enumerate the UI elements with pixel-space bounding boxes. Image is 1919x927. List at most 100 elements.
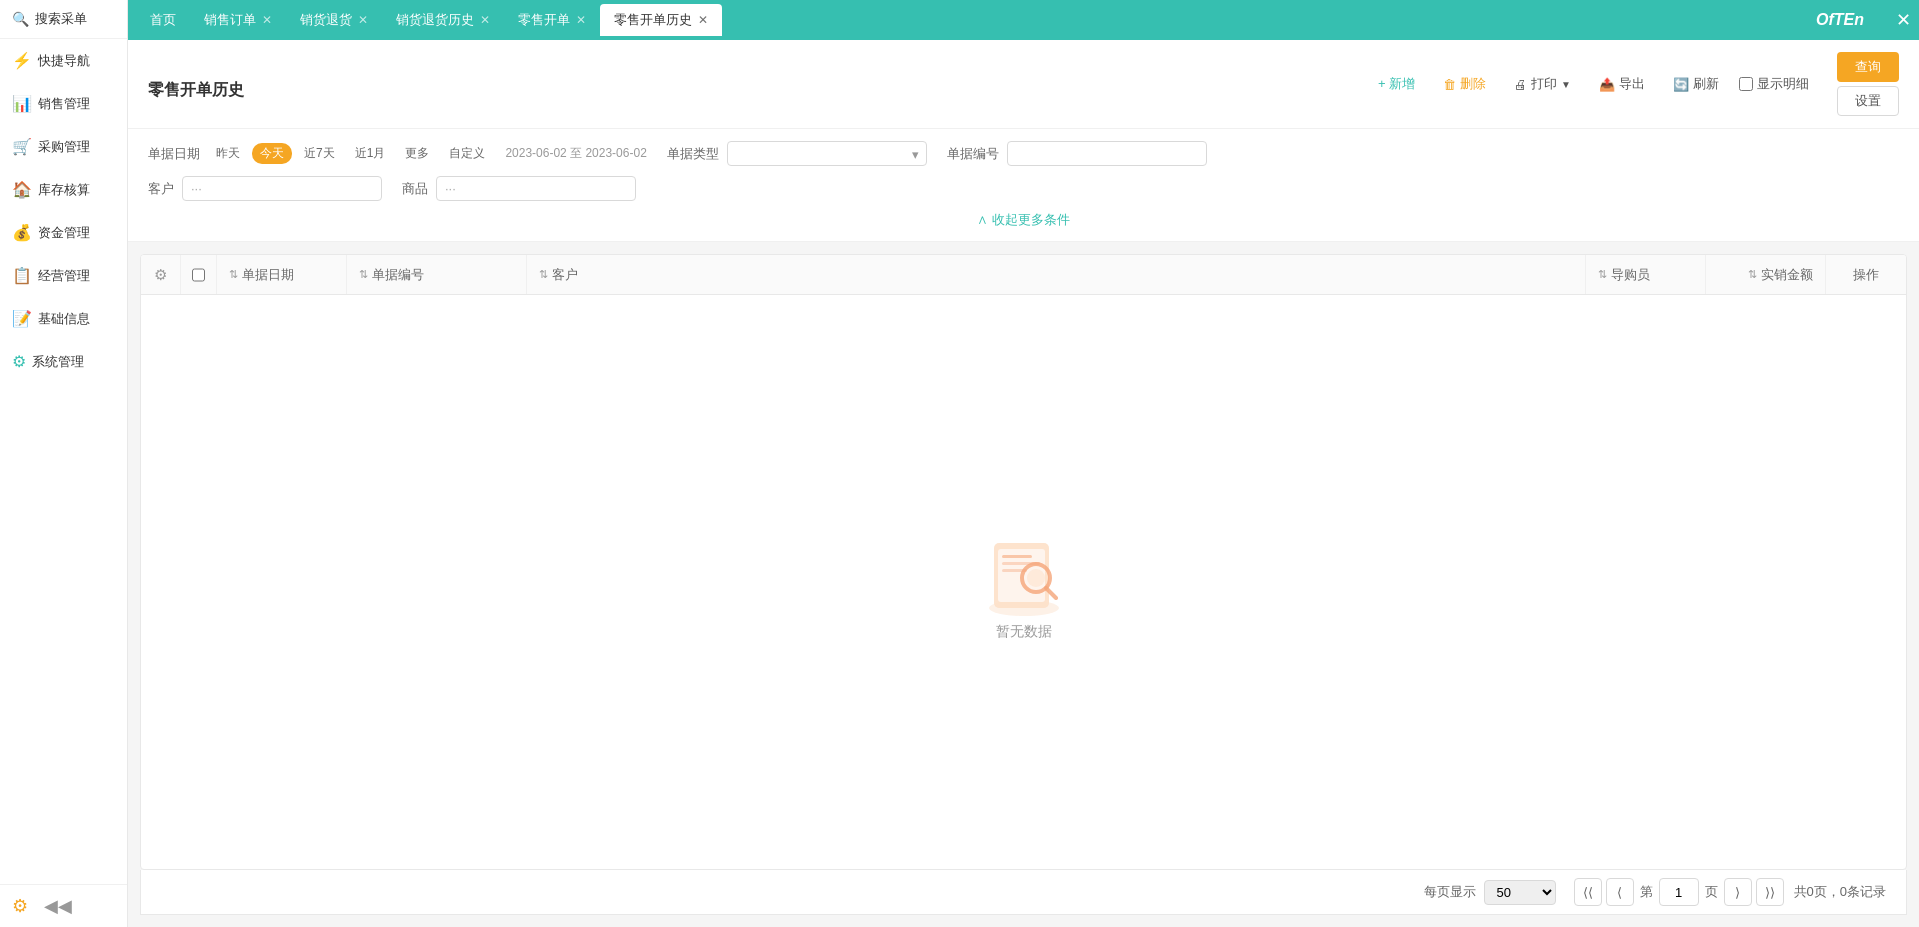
- th-amount[interactable]: ⇅ 实销金额: [1706, 255, 1826, 294]
- sort-guide-icon: ⇅: [1598, 268, 1607, 281]
- filter-collapse-btn[interactable]: ∧ 收起更多条件: [148, 211, 1899, 229]
- doc-type-select[interactable]: [727, 141, 927, 166]
- page-first-btn[interactable]: ⟨⟨: [1574, 878, 1602, 906]
- page-last-btn[interactable]: ⟩⟩: [1756, 878, 1784, 906]
- sidebar-item-label: 销售管理: [38, 95, 90, 113]
- tab-sales-return-history[interactable]: 销货退货历史 ✕: [382, 4, 504, 36]
- quick-nav-icon: ⚡: [12, 51, 32, 70]
- print-dropdown-icon: ▼: [1561, 79, 1571, 90]
- sidebar-search-item[interactable]: 🔍 搜索采单: [0, 0, 127, 39]
- tab-sales-return[interactable]: 销货退货 ✕: [286, 4, 382, 36]
- tab-sales-return-history-close[interactable]: ✕: [480, 13, 490, 27]
- pagination-bar: 每页显示 50 10 20 100 ⟨⟨ ⟨ 第 1 页 ⟩ ⟩⟩ 共0页，0条…: [140, 870, 1907, 915]
- collapse-label: ∧ 收起更多条件: [977, 211, 1070, 229]
- table-select-all-checkbox[interactable]: [192, 268, 205, 282]
- tab-retail-open-history-label: 零售开单历史: [614, 11, 692, 29]
- sidebar-item-quick-nav[interactable]: ⚡ 快捷导航: [0, 39, 127, 82]
- sidebar-search-label: 搜索采单: [35, 10, 87, 28]
- tab-sales-order-label: 销售订单: [204, 11, 256, 29]
- doc-num-input[interactable]: [1007, 141, 1207, 166]
- per-page-select[interactable]: 50 10 20 100: [1484, 880, 1556, 905]
- doc-num-filter-field: 单据编号: [947, 141, 1207, 166]
- print-button[interactable]: 🖨 打印 ▼: [1506, 71, 1579, 97]
- settings-button[interactable]: 设置: [1837, 86, 1899, 116]
- sidebar-item-operations[interactable]: 📋 经营管理: [0, 254, 127, 297]
- pagination-page: 第 1 页: [1640, 878, 1718, 906]
- th-num-label: 单据编号: [372, 266, 424, 284]
- tab-home-label: 首页: [150, 11, 176, 29]
- goods-input[interactable]: ···: [436, 176, 636, 201]
- export-button[interactable]: 📤 导出: [1591, 71, 1653, 97]
- pagination-total: 共0页，0条记录: [1794, 883, 1886, 901]
- page-number-input[interactable]: 1: [1659, 878, 1699, 906]
- date-custom-btn[interactable]: 自定义: [441, 143, 493, 164]
- sidebar-item-label: 采购管理: [38, 138, 90, 156]
- customer-input[interactable]: ···: [182, 176, 382, 201]
- display-detail-button[interactable]: 显示明细: [1739, 75, 1809, 93]
- date-7days-btn[interactable]: 近7天: [296, 143, 343, 164]
- sidebar-bottom: ⚙ ◀◀: [0, 884, 127, 927]
- tab-retail-open-close[interactable]: ✕: [576, 13, 586, 27]
- sidebar-item-label: 库存核算: [38, 181, 90, 199]
- print-icon: 🖨: [1514, 77, 1527, 92]
- purchase-icon: 🛒: [12, 137, 32, 156]
- svg-point-7: [1027, 569, 1045, 587]
- tab-sales-return-close[interactable]: ✕: [358, 13, 368, 27]
- th-customer[interactable]: ⇅ 客户: [527, 255, 1586, 294]
- window-close-icon[interactable]: ✕: [1896, 9, 1911, 31]
- sidebar-item-system[interactable]: ⚙ 系统管理: [0, 340, 127, 383]
- filter-row-2: 客户 ··· 商品 ···: [148, 176, 1899, 201]
- page-title: 零售开单历史: [148, 80, 244, 101]
- sidebar-item-basic[interactable]: 📝 基础信息: [0, 297, 127, 340]
- collapse-icon[interactable]: ◀◀: [44, 895, 72, 917]
- add-button[interactable]: + 新增: [1370, 71, 1423, 97]
- th-date[interactable]: ⇅ 单据日期: [217, 255, 347, 294]
- delete-button[interactable]: 🗑 删除: [1435, 71, 1494, 97]
- tab-sales-order[interactable]: 销售订单 ✕: [190, 4, 286, 36]
- th-customer-label: 客户: [552, 266, 578, 284]
- page-header: 零售开单历史 + 新增 🗑 删除 🖨 打印 ▼ 📤 导出 🔄 刷新: [128, 40, 1919, 129]
- page-suffix-label: 页: [1705, 883, 1718, 901]
- export-icon: 📤: [1599, 77, 1615, 92]
- th-checkbox[interactable]: [181, 255, 217, 294]
- date-more-btn[interactable]: 更多: [397, 143, 437, 164]
- th-settings[interactable]: ⚙: [141, 255, 181, 294]
- print-label: 打印: [1531, 75, 1557, 93]
- doc-num-label: 单据编号: [947, 145, 999, 163]
- tab-home[interactable]: 首页: [136, 4, 190, 36]
- th-guide[interactable]: ⇅ 导购员: [1586, 255, 1706, 294]
- settings-gear-icon[interactable]: ⚙: [12, 895, 28, 917]
- tab-retail-open-label: 零售开单: [518, 11, 570, 29]
- sidebar-item-purchase[interactable]: 🛒 采购管理: [0, 125, 127, 168]
- empty-text: 暂无数据: [996, 623, 1052, 641]
- page-next-btn[interactable]: ⟩: [1724, 878, 1752, 906]
- query-button[interactable]: 查询: [1837, 52, 1899, 82]
- tab-retail-open-history[interactable]: 零售开单历史 ✕: [600, 4, 722, 36]
- th-guide-label: 导购员: [1611, 266, 1650, 284]
- table-gear-icon[interactable]: ⚙: [154, 266, 167, 284]
- date-today-btn[interactable]: 今天: [252, 143, 292, 164]
- tab-sales-order-close[interactable]: ✕: [262, 13, 272, 27]
- table-header: ⚙ ⇅ 单据日期 ⇅ 单据编号 ⇅ 客户 ⇅ 导购员 ⇅: [141, 255, 1906, 295]
- date-label: 单据日期: [148, 145, 200, 163]
- display-detail-checkbox[interactable]: [1739, 77, 1753, 91]
- tab-retail-open-history-close[interactable]: ✕: [698, 13, 708, 27]
- svg-rect-3: [1002, 555, 1032, 558]
- page-prev-btn[interactable]: ⟨: [1606, 878, 1634, 906]
- customer-label: 客户: [148, 180, 174, 198]
- tab-retail-open[interactable]: 零售开单 ✕: [504, 4, 600, 36]
- sidebar-item-inventory[interactable]: 🏠 库存核算: [0, 168, 127, 211]
- refresh-button[interactable]: 🔄 刷新: [1665, 71, 1727, 97]
- date-1month-btn[interactable]: 近1月: [347, 143, 394, 164]
- th-num[interactable]: ⇅ 单据编号: [347, 255, 527, 294]
- inventory-icon: 🏠: [12, 180, 32, 199]
- sidebar-item-label: 系统管理: [32, 353, 84, 371]
- date-yesterday-btn[interactable]: 昨天: [208, 143, 248, 164]
- goods-label: 商品: [402, 180, 428, 198]
- refresh-label: 刷新: [1693, 75, 1719, 93]
- filter-area: 单据日期 昨天 今天 近7天 近1月 更多 自定义 2023-06-02 至 2…: [128, 129, 1919, 242]
- sidebar-item-finance[interactable]: 💰 资金管理: [0, 211, 127, 254]
- sidebar-item-sales[interactable]: 📊 销售管理: [0, 82, 127, 125]
- sidebar-item-label: 经营管理: [38, 267, 90, 285]
- delete-icon: 🗑: [1443, 77, 1456, 92]
